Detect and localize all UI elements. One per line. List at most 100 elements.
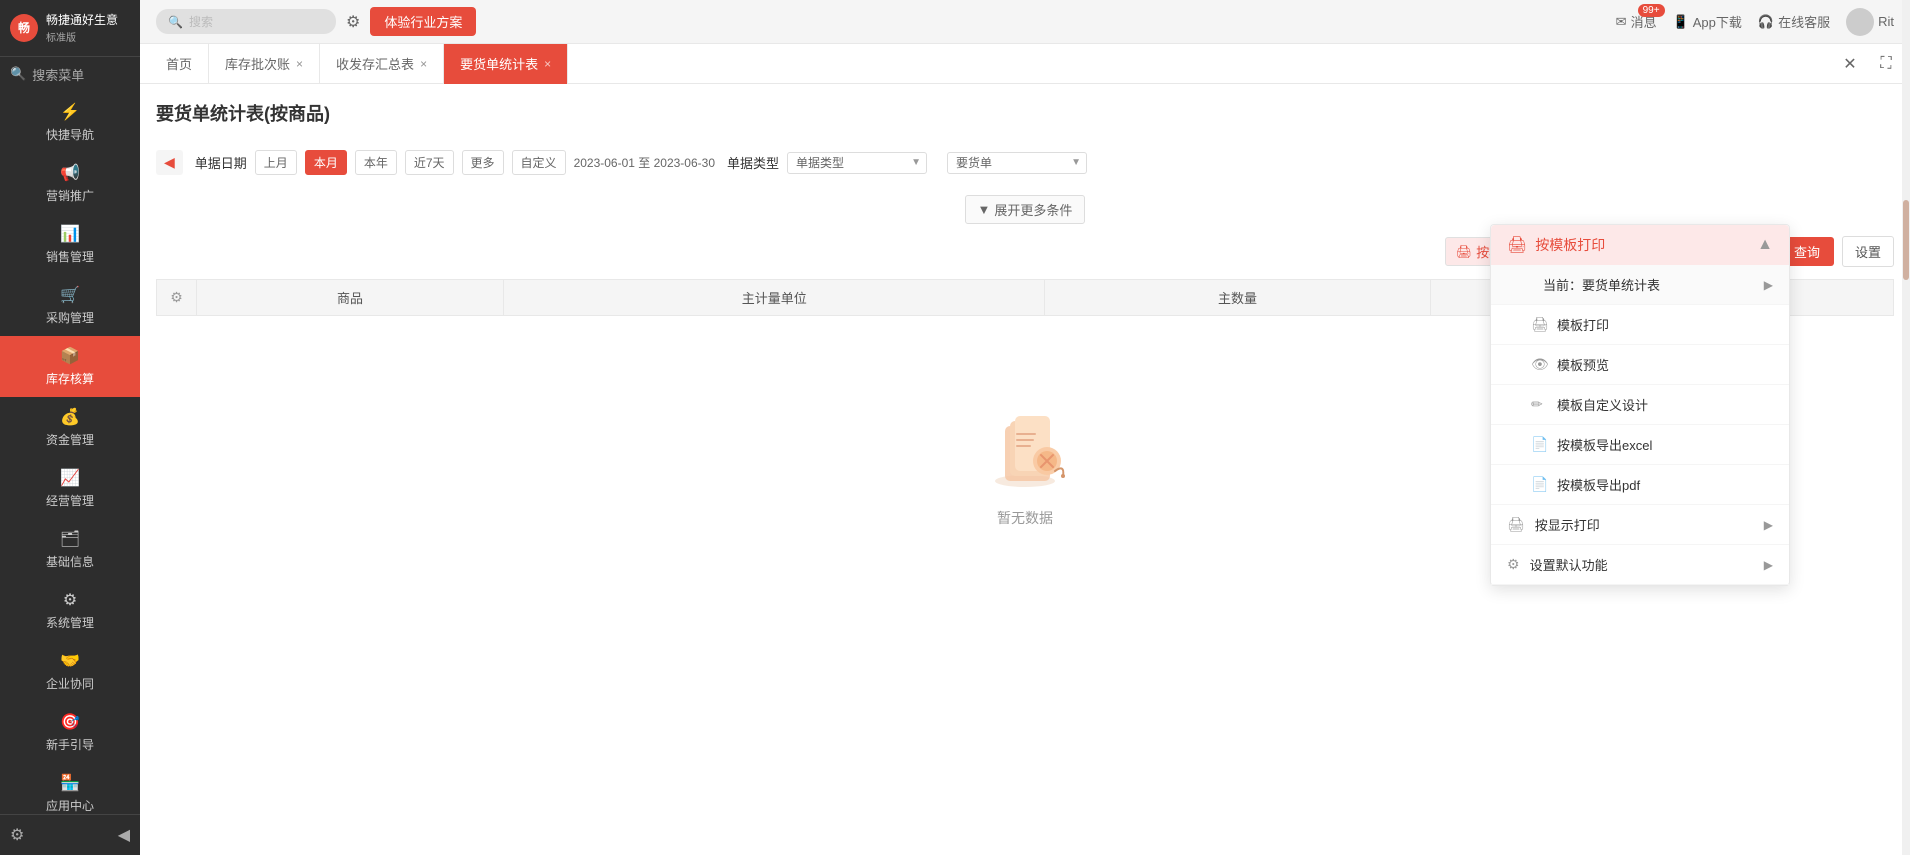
empty-text: 暂无数据 bbox=[997, 508, 1053, 528]
table-header-unit: 主计量单位 bbox=[503, 280, 1045, 316]
sidebar-item-collab[interactable]: 🤝 企业协同 bbox=[0, 641, 140, 702]
dropdown-current-item[interactable]: 当前：要货单统计表 ▶ bbox=[1491, 265, 1789, 305]
current-arrow-icon: ▶ bbox=[1764, 278, 1773, 292]
display-print-arrow: ▶ bbox=[1764, 518, 1773, 532]
appstore-icon: 🏪 bbox=[60, 773, 80, 793]
display-print-label: 按显示打印 bbox=[1535, 515, 1600, 534]
yaohuo-select[interactable]: 要货单 bbox=[947, 152, 1087, 174]
print-dropdown-menu: 🖨 按模板打印 ▲ 当前：要货单统计表 ▶ 🖨 模板打印 👁 模板预览 ✏ bbox=[1490, 224, 1790, 586]
tab-batch-close[interactable]: × bbox=[296, 57, 303, 71]
filter-bar: ◀ 单据日期 上月 本月 本年 近7天 更多 自定义 2023-06-01 至 … bbox=[156, 142, 1894, 183]
type-select[interactable]: 单据类型 要货单 bbox=[787, 152, 927, 174]
sidebar-item-label: 资金管理 bbox=[46, 431, 94, 448]
sidebar-item-finance[interactable]: 💰 资金管理 bbox=[0, 397, 140, 458]
filter-expand-icon: ◀ bbox=[164, 154, 175, 171]
header-gear-icon[interactable]: ⚙ bbox=[346, 12, 360, 32]
table-header-product: 商品 bbox=[197, 280, 504, 316]
tabs-bar: 首页 库存批次账 × 收发存汇总表 × 要货单统计表 × ✕ ⛶ bbox=[140, 44, 1910, 84]
template-excel-icon: 📄 bbox=[1531, 436, 1547, 453]
sidebar-item-label: 库存核算 bbox=[46, 370, 94, 387]
sidebar-item-system[interactable]: ⚙ 系统管理 bbox=[0, 580, 140, 641]
sidebar-item-label: 营销推广 bbox=[46, 187, 94, 204]
sidebar-item-shortcut[interactable]: ⚡ 快捷导航 bbox=[0, 92, 140, 153]
sidebar-search[interactable]: 🔍 搜索菜单 bbox=[0, 57, 140, 92]
sidebar-item-label: 销售管理 bbox=[46, 248, 94, 265]
dropdown-sub-display-print[interactable]: 🖨 按显示打印 ▶ bbox=[1491, 505, 1789, 545]
sidebar-item-operation[interactable]: 📈 经营管理 bbox=[0, 458, 140, 519]
dropdown-item-template-design[interactable]: ✏ 模板自定义设计 bbox=[1491, 385, 1789, 425]
template-preview-label: 模板预览 bbox=[1557, 355, 1609, 374]
dropdown-close-btn[interactable]: ▲ bbox=[1757, 236, 1773, 254]
app-version: 标准版 bbox=[46, 29, 118, 44]
tab-close-all-btn[interactable]: ✕ bbox=[1836, 50, 1864, 78]
header-left: 🔍 搜索 ⚙ 体验行业方案 bbox=[156, 7, 476, 36]
dropdown-item-template-pdf[interactable]: 📄 按模板导出pdf bbox=[1491, 465, 1789, 505]
dropdown-item-template-excel[interactable]: 📄 按模板导出excel bbox=[1491, 425, 1789, 465]
date-btn-7days[interactable]: 近7天 bbox=[405, 150, 454, 175]
dropdown-print-icon: 🖨 bbox=[1507, 235, 1527, 255]
default-func-arrow: ▶ bbox=[1764, 558, 1773, 572]
date-btn-more[interactable]: 更多 bbox=[462, 150, 504, 175]
template-design-icon: ✏ bbox=[1531, 396, 1547, 413]
header-search-bar[interactable]: 🔍 搜索 bbox=[156, 9, 336, 34]
collab-icon: 🤝 bbox=[60, 651, 80, 671]
dropdown-sub-default-func[interactable]: ⚙ 设置默认功能 ▶ bbox=[1491, 545, 1789, 585]
settings-btn[interactable]: 设置 bbox=[1842, 236, 1894, 267]
yaohuo-select-wrap[interactable]: 要货单 bbox=[947, 152, 1087, 174]
logo-text-block: 畅捷通好生意 标准版 bbox=[46, 12, 118, 44]
dropdown-item-template-print[interactable]: 🖨 模板打印 bbox=[1491, 305, 1789, 345]
top-header: 🔍 搜索 ⚙ 体验行业方案 ✉ 消息 99+ 📱 App下载 🎧 在线客服 bbox=[140, 0, 1910, 44]
expand-more-row: ▼ 展开更多条件 bbox=[156, 195, 1894, 224]
logo-abbr: 畅 bbox=[18, 19, 30, 36]
guide-icon: 🎯 bbox=[60, 712, 80, 732]
sidebar-item-guide[interactable]: 🎯 新手引导 bbox=[0, 702, 140, 763]
table-header-gear[interactable]: ⚙ bbox=[157, 280, 197, 316]
user-avatar-btn[interactable]: Rit bbox=[1846, 8, 1894, 36]
filter-expand-left[interactable]: ◀ bbox=[156, 150, 183, 175]
right-scrollbar[interactable] bbox=[1902, 0, 1910, 855]
tab-order-stats[interactable]: 要货单统计表 × bbox=[444, 44, 568, 84]
date-btn-this-month[interactable]: 本月 bbox=[305, 150, 347, 175]
tab-collection-close[interactable]: × bbox=[420, 57, 427, 71]
online-support-btn[interactable]: 🎧 在线客服 bbox=[1758, 12, 1830, 31]
date-btn-prev-month[interactable]: 上月 bbox=[255, 150, 297, 175]
dropdown-item-template-preview[interactable]: 👁 模板预览 bbox=[1491, 345, 1789, 385]
home-tab-label: 首页 bbox=[166, 54, 192, 73]
date-btn-this-year[interactable]: 本年 bbox=[355, 150, 397, 175]
date-btn-custom[interactable]: 自定义 bbox=[512, 150, 566, 175]
empty-illustration bbox=[975, 396, 1075, 496]
expand-more-btn[interactable]: ▼ 展开更多条件 bbox=[965, 195, 1086, 224]
sidebar-item-basic[interactable]: 🗂 基础信息 bbox=[0, 519, 140, 580]
sidebar-item-appstore[interactable]: 🏪 应用中心 bbox=[0, 763, 140, 814]
type-select-wrap[interactable]: 单据类型 要货单 bbox=[787, 152, 927, 174]
finance-icon: 💰 bbox=[60, 407, 80, 427]
gear-icon[interactable]: ⚙ bbox=[170, 289, 183, 305]
sidebar-item-marketing[interactable]: 📢 营销推广 bbox=[0, 153, 140, 214]
dropdown-sub-left-2: ⚙ 设置默认功能 bbox=[1507, 555, 1608, 574]
yaohuo-filter-row: 要货单 bbox=[939, 152, 1087, 174]
tab-batch[interactable]: 库存批次账 × bbox=[209, 44, 320, 84]
page-title: 要货单统计表(按商品) bbox=[156, 100, 1894, 126]
main-area: 🔍 搜索 ⚙ 体验行业方案 ✉ 消息 99+ 📱 App下载 🎧 在线客服 bbox=[140, 0, 1910, 855]
purchase-icon: 🛒 bbox=[60, 285, 80, 305]
tab-order-stats-close[interactable]: × bbox=[544, 57, 551, 71]
template-excel-label: 按模板导出excel bbox=[1557, 435, 1652, 454]
sidebar-item-sales[interactable]: 📊 销售管理 bbox=[0, 214, 140, 275]
table-header-qty: 主数量 bbox=[1045, 280, 1430, 316]
header-right: ✉ 消息 99+ 📱 App下载 🎧 在线客服 Rit bbox=[1616, 8, 1894, 36]
sidebar-item-purchase[interactable]: 🛒 采购管理 bbox=[0, 275, 140, 336]
trial-btn[interactable]: 体验行业方案 bbox=[370, 7, 476, 36]
print-icon: 🖨 bbox=[1456, 244, 1473, 260]
sidebar-settings-icon[interactable]: ⚙ bbox=[10, 825, 24, 845]
tab-expand-btn[interactable]: ⛶ bbox=[1872, 50, 1900, 78]
messages-btn[interactable]: ✉ 消息 99+ bbox=[1616, 12, 1657, 31]
sidebar-item-inventory[interactable]: 📦 库存核算 bbox=[0, 336, 140, 397]
tab-collection[interactable]: 收发存汇总表 × bbox=[320, 44, 444, 84]
tab-home[interactable]: 首页 bbox=[150, 44, 209, 84]
operation-icon: 📈 bbox=[60, 468, 80, 488]
sidebar-collapse-icon[interactable]: ◀ bbox=[118, 825, 130, 845]
app-download-btn[interactable]: 📱 App下载 bbox=[1673, 12, 1742, 31]
template-print-label: 模板打印 bbox=[1557, 315, 1609, 334]
sidebar-item-label: 采购管理 bbox=[46, 309, 94, 326]
sidebar-item-label: 快捷导航 bbox=[46, 126, 94, 143]
